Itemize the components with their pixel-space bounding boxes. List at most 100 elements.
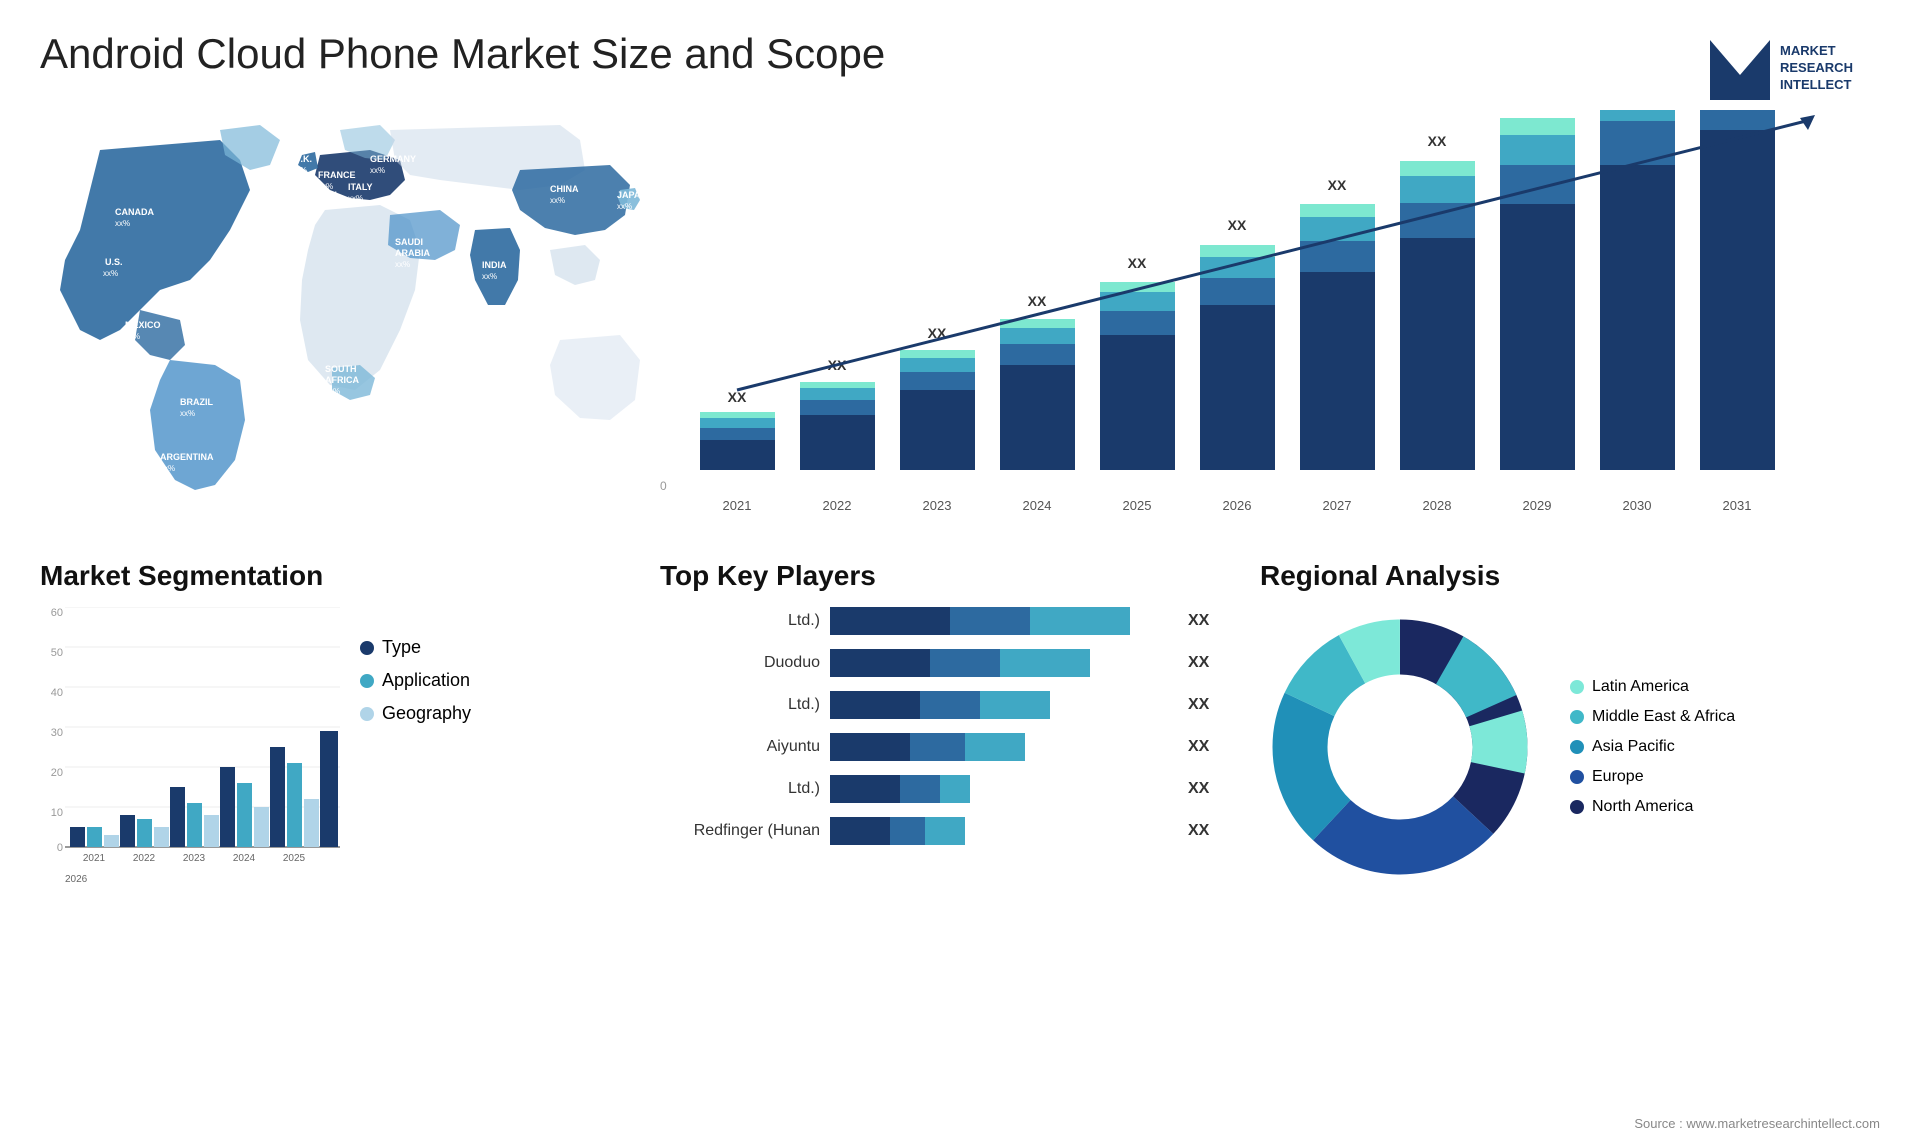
svg-text:MARKET: MARKET	[1780, 43, 1836, 58]
legend-geography: Geography	[360, 703, 471, 724]
seg-bar-chart-container: 60 50 40 30 20 10 0	[40, 607, 340, 885]
source-text: Source : www.marketresearchintellect.com	[1634, 1116, 1880, 1131]
legend-type: Type	[360, 637, 471, 658]
svg-text:xx%: xx%	[103, 269, 118, 278]
player-row-5: Ltd.) XX	[660, 775, 1260, 803]
player-row-3: Ltd.) XX	[660, 691, 1260, 719]
player-bar-4-seg2	[910, 733, 965, 761]
svg-text:U.K.: U.K.	[294, 154, 312, 164]
svg-text:XX: XX	[1128, 255, 1147, 271]
segmentation-title: Market Segmentation	[40, 560, 660, 592]
svg-text:xx%: xx%	[125, 332, 140, 341]
world-map-svg: CANADA xx% U.S. xx% MEXICO xx% BRAZIL xx…	[40, 110, 660, 510]
player-bar-2-seg3	[1000, 649, 1090, 677]
svg-text:CANADA: CANADA	[115, 207, 154, 217]
player-bar-5-seg2	[900, 775, 940, 803]
dot-north-america	[1570, 800, 1584, 814]
legend-label-application: Application	[382, 670, 470, 691]
svg-text:xx%: xx%	[325, 387, 340, 396]
svg-text:SOUTH: SOUTH	[325, 364, 357, 374]
page-title: Android Cloud Phone Market Size and Scop…	[40, 30, 885, 78]
dot-europe	[1570, 770, 1584, 784]
players-list: Ltd.) XX Duoduo XX Ltd.)	[660, 607, 1260, 845]
svg-text:ARABIA: ARABIA	[395, 248, 430, 258]
svg-text:RESEARCH: RESEARCH	[1780, 60, 1853, 75]
svg-text:2029: 2029	[1523, 498, 1552, 513]
player-name-5: Ltd.)	[660, 780, 820, 798]
svg-text:ARGENTINA: ARGENTINA	[160, 452, 214, 462]
players-title: Top Key Players	[660, 560, 1260, 592]
svg-text:2022: 2022	[823, 498, 852, 513]
legend-dot-geography	[360, 707, 374, 721]
svg-text:XX: XX	[1428, 133, 1447, 149]
player-bar-5	[830, 775, 1170, 803]
dot-middle-east	[1570, 710, 1584, 724]
y-label-30: 30	[51, 727, 63, 739]
player-bar-4-seg3	[965, 733, 1025, 761]
y-label-20: 20	[51, 767, 63, 779]
legend-north-america: North America	[1570, 798, 1735, 816]
player-bar-5-seg1	[830, 775, 900, 803]
label-europe: Europe	[1592, 768, 1644, 786]
player-bar-2-seg2	[930, 649, 1000, 677]
svg-text:SAUDI: SAUDI	[395, 237, 423, 247]
svg-text:XX: XX	[1328, 177, 1347, 193]
legend-latin-america: Latin America	[1570, 678, 1735, 696]
player-bar-3	[830, 691, 1170, 719]
y-label-40: 40	[51, 687, 63, 699]
svg-text:ITALY: ITALY	[348, 182, 373, 192]
player-bar-2	[830, 649, 1170, 677]
svg-text:xx%: xx%	[115, 219, 130, 228]
svg-text:2030: 2030	[1623, 498, 1652, 513]
legend-asia-pacific: Asia Pacific	[1570, 738, 1735, 756]
legend-dot-application	[360, 674, 374, 688]
regional-title: Regional Analysis	[1260, 560, 1880, 592]
player-row-6: Redfinger (Hunan XX	[660, 817, 1260, 845]
player-value-1: XX	[1188, 612, 1209, 630]
player-name-1: Ltd.)	[660, 612, 820, 630]
svg-text:CHINA: CHINA	[550, 184, 579, 194]
legend-dot-type	[360, 641, 374, 655]
svg-text:2022: 2022	[133, 853, 156, 864]
svg-text:xx%: xx%	[292, 166, 307, 175]
player-bar-1-seg2	[950, 607, 1030, 635]
donut-chart-svg	[1260, 607, 1540, 887]
regional-section: Regional Analysis Latin America	[1260, 560, 1880, 887]
svg-text:2027: 2027	[1323, 498, 1352, 513]
player-bar-3-seg1	[830, 691, 920, 719]
player-value-2: XX	[1188, 654, 1209, 672]
label-latin-america: Latin America	[1592, 678, 1689, 696]
player-bar-1-seg3	[1030, 607, 1130, 635]
svg-text:0: 0	[660, 479, 667, 493]
player-bar-6-seg1	[830, 817, 890, 845]
player-bar-6	[830, 817, 1170, 845]
svg-text:xx%: xx%	[550, 196, 565, 205]
legend-application: Application	[360, 670, 471, 691]
label-asia-pacific: Asia Pacific	[1592, 738, 1675, 756]
growth-chart-svg: 0 XX 2021 XX 2022 XX 2023 XX 2024	[660, 110, 1860, 530]
label-middle-east: Middle East & Africa	[1592, 708, 1735, 726]
company-logo: MARKET RESEARCH INTELLECT	[1700, 30, 1880, 110]
segmentation-legend: Type Application Geography	[360, 637, 471, 885]
svg-text:INTELLECT: INTELLECT	[1780, 77, 1852, 92]
seg-x-extra-label: 2026	[65, 874, 340, 885]
svg-text:2024: 2024	[1023, 498, 1052, 513]
y-label-0: 0	[57, 842, 63, 854]
svg-text:xx%: xx%	[370, 166, 385, 175]
player-name-2: Duoduo	[660, 654, 820, 672]
svg-text:xx%: xx%	[395, 260, 410, 269]
player-bar-2-seg1	[830, 649, 930, 677]
svg-text:U.S.: U.S.	[105, 257, 123, 267]
player-bar-6-seg2	[890, 817, 925, 845]
svg-text:AFRICA: AFRICA	[325, 375, 359, 385]
svg-text:2025: 2025	[283, 853, 306, 864]
player-bar-4-seg1	[830, 733, 910, 761]
svg-text:xx%: xx%	[160, 464, 175, 473]
map-section: CANADA xx% U.S. xx% MEXICO xx% BRAZIL xx…	[40, 110, 660, 510]
player-name-6: Redfinger (Hunan	[660, 822, 820, 840]
svg-text:2026: 2026	[1223, 498, 1252, 513]
player-bar-1	[830, 607, 1170, 635]
player-row-1: Ltd.) XX	[660, 607, 1260, 635]
svg-text:xx%: xx%	[180, 409, 195, 418]
svg-text:2021: 2021	[723, 498, 752, 513]
